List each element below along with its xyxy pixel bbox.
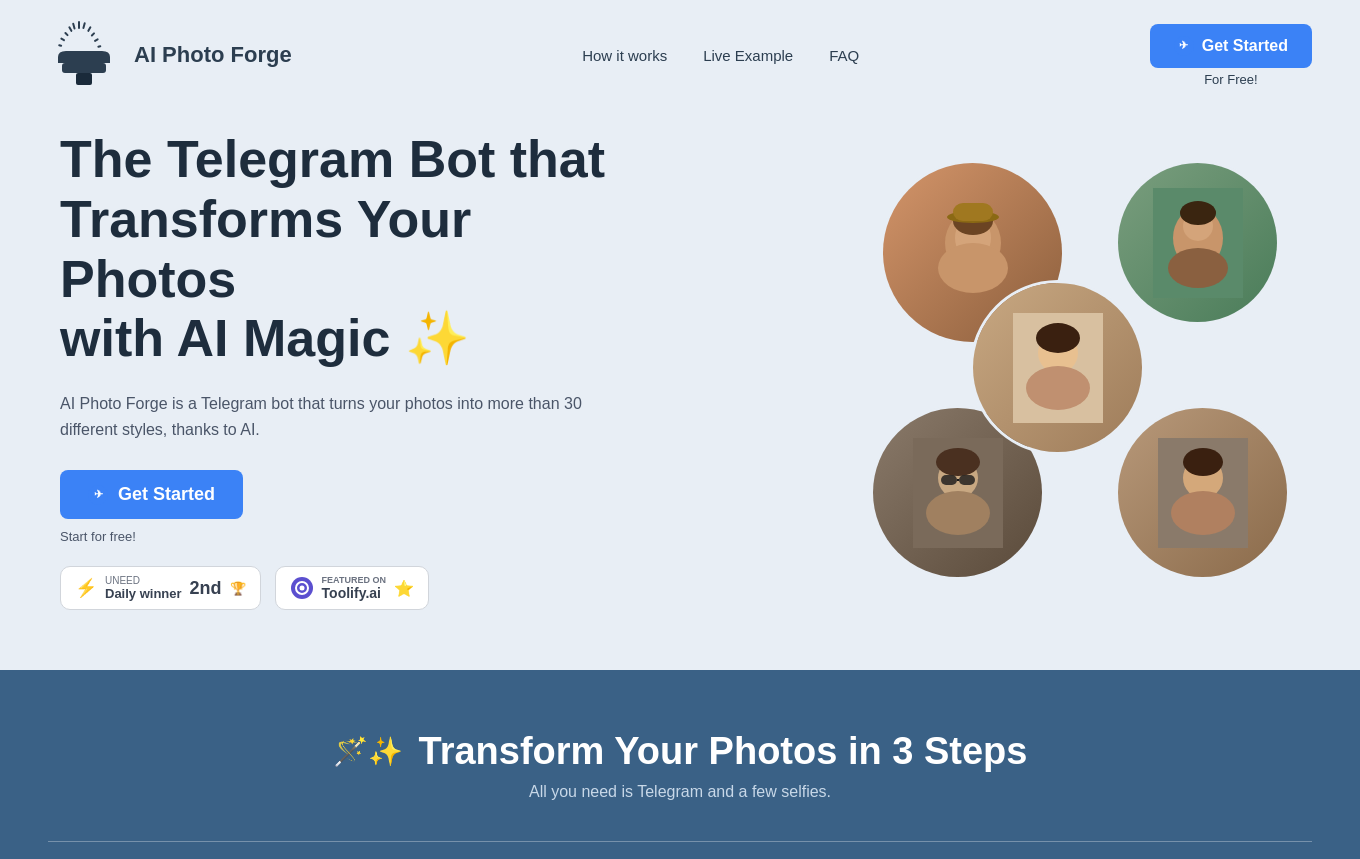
svg-point-34 [936, 448, 980, 476]
trophy-icon: 🏆 [230, 581, 246, 596]
hero-title: The Telegram Bot that Transforms Your Ph… [60, 130, 620, 369]
logo-text: AI Photo Forge [134, 42, 292, 68]
logo-icon [48, 19, 120, 91]
svg-rect-6 [90, 32, 95, 37]
uneed-icon: ⚡ [75, 577, 97, 599]
svg-rect-4 [87, 26, 92, 32]
uneed-badge[interactable]: ⚡ UNEED Daily winner 2nd 🏆 [60, 566, 261, 610]
svg-point-15 [299, 586, 304, 591]
hero-get-started-button[interactable]: ✈ Get Started [60, 470, 243, 519]
hero-images [860, 160, 1300, 580]
header: AI Photo Forge How it works Live Example… [0, 0, 1360, 110]
svg-point-30 [1036, 323, 1080, 353]
svg-rect-0 [78, 21, 80, 29]
nav-live-example[interactable]: Live Example [703, 47, 793, 64]
toolify-star-icon: ⭐ [394, 579, 414, 598]
photo-circle-2 [1115, 160, 1280, 325]
portrait-5 [1118, 408, 1287, 577]
svg-point-41 [1183, 448, 1223, 476]
steps-divider [48, 841, 1312, 842]
header-cta: ✈ Get Started For Free! [1150, 24, 1312, 87]
toolify-badge[interactable]: FEATURED ON Toolify.ai ⭐ [275, 566, 429, 610]
svg-point-26 [1180, 201, 1216, 225]
svg-rect-37 [959, 475, 975, 485]
steps-subtitle: All you need is Telegram and a few selfi… [48, 783, 1312, 801]
portrait-3 [973, 283, 1142, 452]
toolify-icon [290, 576, 314, 600]
steps-section: 🪄✨ Transform Your Photos in 3 Steps All … [0, 670, 1360, 859]
svg-rect-8 [94, 38, 99, 42]
logo-area: AI Photo Forge [48, 19, 292, 91]
svg-point-42 [1171, 491, 1235, 535]
wand-icon: 🪄✨ [333, 735, 403, 768]
svg-rect-1 [72, 22, 76, 29]
uneed-rank: 2nd [190, 578, 222, 599]
nav-faq[interactable]: FAQ [829, 47, 859, 64]
svg-rect-3 [68, 26, 73, 32]
toolify-text: FEATURED ON Toolify.ai [322, 575, 386, 601]
photo-circle-5 [1115, 405, 1290, 580]
uneed-label-small: UNEED Daily winner [105, 576, 182, 601]
steps-title: 🪄✨ Transform Your Photos in 3 Steps [48, 730, 1312, 773]
svg-rect-5 [64, 32, 69, 37]
telegram-icon-hero: ✈ [88, 485, 108, 505]
hero-description: AI Photo Forge is a Telegram bot that tu… [60, 391, 620, 442]
hero-content: The Telegram Bot that Transforms Your Ph… [60, 130, 620, 610]
svg-point-31 [1026, 366, 1090, 410]
hero-cta-sublabel: Start for free! [60, 529, 620, 544]
svg-rect-2 [82, 22, 86, 29]
hero-section: The Telegram Bot that Transforms Your Ph… [0, 110, 1360, 670]
svg-point-35 [926, 491, 990, 535]
telegram-icon: ✈ [1174, 36, 1194, 56]
svg-rect-36 [941, 475, 957, 485]
nav-how-it-works[interactable]: How it works [582, 47, 667, 64]
portrait-2 [1118, 163, 1277, 322]
steps-header: 🪄✨ Transform Your Photos in 3 Steps All … [48, 730, 1312, 801]
badges-area: ⚡ UNEED Daily winner 2nd 🏆 [60, 566, 620, 610]
main-nav: How it works Live Example FAQ [582, 47, 859, 64]
header-get-started-button[interactable]: ✈ Get Started [1150, 24, 1312, 68]
svg-rect-11 [62, 63, 106, 73]
svg-rect-9 [58, 44, 62, 47]
svg-rect-22 [953, 203, 993, 221]
svg-point-19 [938, 243, 1008, 293]
svg-point-27 [1168, 248, 1228, 288]
svg-rect-10 [97, 45, 101, 48]
photo-circle-3 [970, 280, 1145, 455]
header-cta-sublabel: For Free! [1204, 72, 1257, 87]
svg-rect-7 [60, 37, 65, 41]
svg-rect-12 [76, 73, 92, 85]
